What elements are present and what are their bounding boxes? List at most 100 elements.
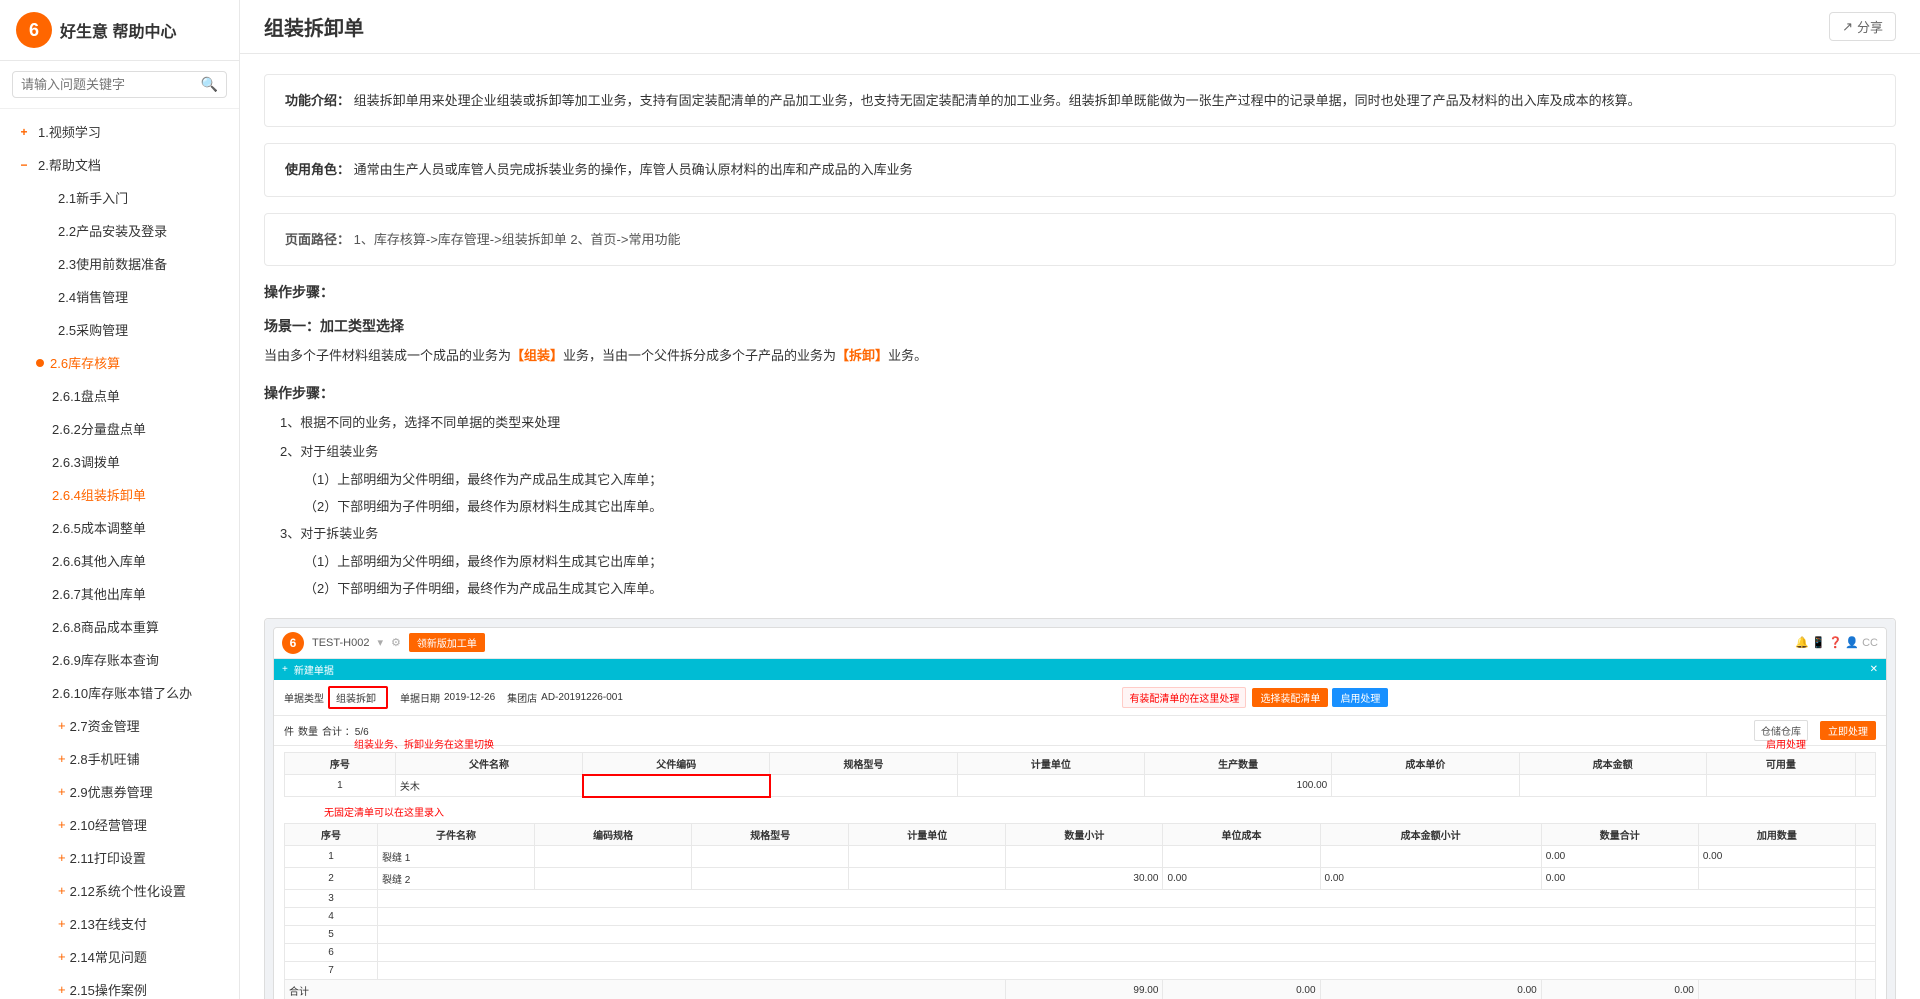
col-parent-code: 父件编码 — [583, 752, 770, 775]
sidebar-item-assembly[interactable]: 2.6.4组装拆卸单 — [0, 478, 239, 511]
role-text: 通常由生产人员或库管人员完成拆装业务的操作，库管人员确认原材料的出库和产成品的入… — [354, 162, 913, 177]
sidebar-item-cases[interactable]: + 2.15操作案例 — [0, 973, 239, 999]
mock-new-btn[interactable]: 领新版加工单 — [409, 633, 485, 652]
sidebar-item-faq[interactable]: + 2.14常见问题 — [0, 940, 239, 973]
sub-cell-no4: 4 — [285, 907, 378, 925]
mock-topbar: 6 TEST-H002 ▾ ⚙ 领新版加工单 🔔 📱 ❓ 👤 CC — [274, 628, 1886, 659]
mock-sub-count: 数量 — [298, 723, 318, 738]
sub-cell-no2: 2 — [285, 867, 378, 889]
sidebar-item-print[interactable]: + 2.11打印设置 — [0, 841, 239, 874]
form-label-date: 单据日期 — [400, 690, 440, 705]
sidebar-item-settings[interactable]: + 2.12系统个性化设置 — [0, 874, 239, 907]
step2: 2、对于组装业务 — [280, 440, 1896, 465]
cell-name: 关木 — [395, 775, 582, 797]
sidebar-item-label: 2.15操作案例 — [70, 980, 147, 999]
sidebar-item-ops[interactable]: + 2.10经营管理 — [0, 808, 239, 841]
sidebar-item-label: 2.8手机旺铺 — [70, 749, 140, 768]
sidebar-item-label: 2.6.2分量盘点单 — [52, 419, 146, 438]
sidebar-item-label: 2.7资金管理 — [70, 716, 140, 735]
sidebar-item-label: 1.视频学习 — [38, 122, 101, 141]
sub-col-spec: 规格型号 — [692, 823, 849, 845]
form-type-field[interactable]: 组装拆卸 — [328, 686, 388, 709]
sidebar-item-label: 2.13在线支付 — [70, 914, 147, 933]
search-input[interactable] — [21, 77, 201, 92]
sidebar-item-newbie[interactable]: 2.1新手入门 — [0, 181, 239, 214]
sidebar-item-payment[interactable]: + 2.13在线支付 — [0, 907, 239, 940]
mock-form-row: 单据类型 组装拆卸 单据日期 2019-12-26 集团店 AD-2019122… — [274, 680, 1886, 716]
annotation-assembly-hint: 有装配清单的在这里处理 — [1122, 687, 1246, 708]
scenario1-title: 场景一：加工类型选择 — [264, 316, 1896, 336]
sub-table-row-empty: 4 — [285, 907, 1876, 925]
cell-unit — [957, 775, 1144, 797]
mock-topbar-id: TEST-H002 — [312, 637, 369, 649]
sidebar-item-docs[interactable]: − 2.帮助文档 — [0, 148, 239, 181]
sub-cell-ops7 — [1856, 961, 1876, 979]
sidebar-item-inventory[interactable]: 2.6库存核算 — [0, 346, 239, 379]
share-button[interactable]: ↗ 分享 — [1829, 12, 1896, 41]
sidebar-item-label: 2.6.9库存账本查询 — [52, 650, 159, 669]
sub-cell-no7: 7 — [285, 961, 378, 979]
sub-cell-used2 — [1698, 867, 1855, 889]
sub-col-ops — [1856, 823, 1876, 845]
plus-icon: + — [58, 751, 66, 766]
sidebar-item-data[interactable]: 2.3使用前数据准备 — [0, 247, 239, 280]
step2-sub1: （1）上部明细为父件明细，最终作为产成品生成其它入库单； — [304, 468, 1896, 493]
sidebar-item-adjust[interactable]: 2.6.3调拨单 — [0, 445, 239, 478]
sub-cell-qty2: 30.00 — [1006, 867, 1163, 889]
col-parent-name: 父件名称 — [395, 752, 582, 775]
sidebar-item-sales[interactable]: 2.4销售管理 — [0, 280, 239, 313]
sidebar-item-stock-error[interactable]: 2.6.10库存账本错了么办 — [0, 676, 239, 709]
plus-icon: + — [58, 817, 66, 832]
sub-cell-ops4 — [1856, 907, 1876, 925]
step1: 1、根据不同的业务，选择不同单据的类型来处理 — [280, 411, 1896, 436]
sub-table-row-empty: 6 — [285, 943, 1876, 961]
sidebar-item-label: 2.9优惠券管理 — [70, 782, 153, 801]
ops-section: 操作步骤： 场景一：加工类型选择 当由多个子件材料组装成一个成品的业务为【组装】… — [264, 282, 1896, 602]
sidebar-item-label: 2.6.10库存账本错了么办 — [52, 683, 192, 702]
cell-spec — [770, 775, 957, 797]
sidebar-item-coupon[interactable]: + 2.9优惠券管理 — [0, 775, 239, 808]
sub-cell-code — [535, 845, 692, 867]
mock-confirm-btn[interactable]: 立即处理 — [1820, 721, 1876, 740]
col-cost-amount: 成本金额 — [1519, 752, 1706, 775]
path-section: 页面路径： 1、库存核算->库存管理->组装拆卸单 2、首页->常用功能 — [264, 213, 1896, 266]
feature-intro-text: 组装拆卸单用来处理企业组装或拆卸等加工业务，支持有固定装配清单的产品加工业务，也… — [354, 93, 1641, 108]
sidebar-item-stock-check[interactable]: 2.6.9库存账本查询 — [0, 643, 239, 676]
sidebar-item-label: 2.11打印设置 — [70, 848, 146, 867]
sub-cell-empty4 — [377, 907, 1855, 925]
sidebar-item-purchase[interactable]: 2.5采购管理 — [0, 313, 239, 346]
sidebar-item-finance[interactable]: + 2.7资金管理 — [0, 709, 239, 742]
sidebar-item-label: 2.6库存核算 — [50, 353, 120, 372]
plus-icon: + — [58, 916, 66, 931]
sidebar-item-mobile[interactable]: + 2.8手机旺铺 — [0, 742, 239, 775]
total-unit-cost: 0.00 — [1163, 979, 1320, 999]
sub-cell-used: 0.00 — [1698, 845, 1855, 867]
expand-icon: + — [16, 124, 32, 140]
sidebar-item-label: 2.1新手入门 — [58, 188, 128, 207]
main-header: 组装拆卸单 ↗ 分享 — [240, 0, 1920, 54]
sub-table-row: 2 裂缝 2 30.00 0.00 0.00 0.00 — [285, 867, 1876, 889]
sidebar-item-other-in[interactable]: 2.6.6其他入库单 — [0, 544, 239, 577]
mock-select-btn[interactable]: 选择装配清单 — [1252, 688, 1328, 707]
mock-sub-label: 件 — [284, 723, 294, 738]
sidebar-item-cost[interactable]: 2.6.5成本调整单 — [0, 511, 239, 544]
mock-apply-btn[interactable]: 启用处理 — [1332, 688, 1388, 707]
annotation-apply: 启用处理 — [1766, 736, 1806, 751]
sub-cell-unit-cost — [1163, 845, 1320, 867]
mock-table-area: 序号 父件名称 父件编码 规格型号 计量单位 生产数量 成本单价 成本金额 可用… — [274, 746, 1886, 999]
sub-cell-qty-total2: 0.00 — [1541, 867, 1698, 889]
sidebar-item-other-out[interactable]: 2.6.7其他出库单 — [0, 577, 239, 610]
sub-cell-spec — [692, 845, 849, 867]
sub-cell-qty-total: 0.00 — [1541, 845, 1698, 867]
sidebar-item-videos[interactable]: + 1.视频学习 — [0, 115, 239, 148]
sidebar-item-partial-count[interactable]: 2.6.2分量盘点单 — [0, 412, 239, 445]
sidebar-item-label: 2.6.7其他出库单 — [52, 584, 146, 603]
sub-cell-unit2 — [849, 867, 1006, 889]
sidebar-item-label: 2.6.8商品成本重算 — [52, 617, 159, 636]
sidebar-item-stock-count[interactable]: 2.6.1盘点单 — [0, 379, 239, 412]
sidebar-item-goods-cost[interactable]: 2.6.8商品成本重算 — [0, 610, 239, 643]
sidebar-item-label: 2.14常见问题 — [70, 947, 147, 966]
sidebar-item-install[interactable]: 2.2产品安装及登录 — [0, 214, 239, 247]
mock-sub-form: 件 数量 合计 ：5/6 组装业务、拆卸业务在这里切换 启用处理 仓储仓库 立即… — [274, 716, 1886, 746]
search-icon[interactable]: 🔍 — [201, 76, 218, 93]
